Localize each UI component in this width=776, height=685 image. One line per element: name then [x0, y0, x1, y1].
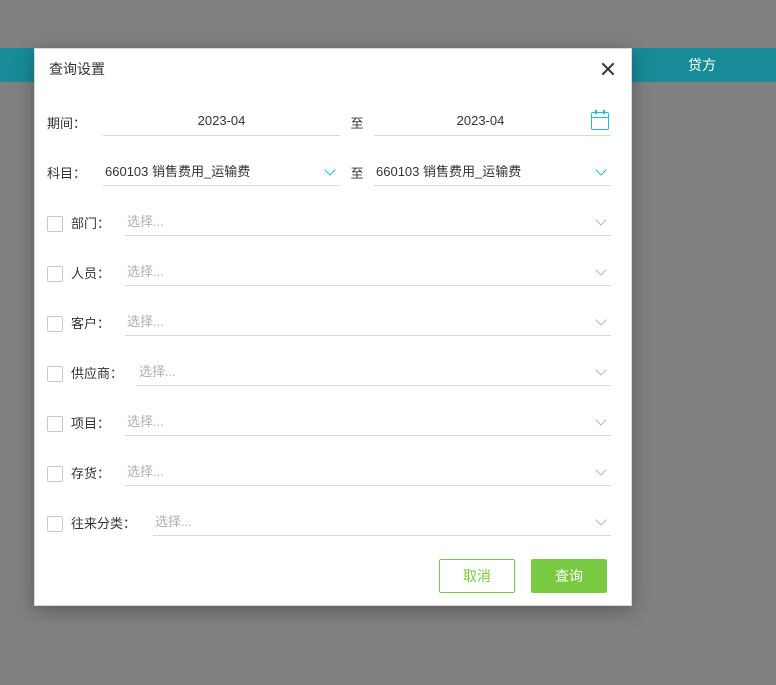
department-select[interactable]: 选择... — [125, 206, 611, 236]
placeholder-text: 选择... — [127, 261, 595, 280]
close-icon[interactable] — [599, 60, 617, 78]
filter-row-project: 项目： 选择... — [47, 394, 611, 442]
chevron-down-icon — [595, 214, 609, 228]
filter-row-supplier: 供应商： 选择... — [47, 344, 611, 392]
period-to-input[interactable]: 2023-04 — [374, 106, 611, 136]
modal-body: 期间： 2023-04 至 2023-04 科目： 660103 销售费用_运输… — [35, 88, 631, 547]
chevron-down-icon — [595, 514, 609, 528]
checkbox-person[interactable] — [47, 266, 63, 282]
contact-category-select[interactable]: 选择... — [153, 506, 611, 536]
placeholder-text: 选择... — [139, 361, 595, 380]
checkbox-department[interactable] — [47, 216, 63, 232]
chevron-down-icon — [595, 164, 609, 178]
placeholder-text: 选择... — [127, 211, 595, 230]
checkbox-project[interactable] — [47, 416, 63, 432]
modal-footer: 取消 查询 — [35, 547, 631, 605]
chevron-down-icon — [595, 314, 609, 328]
submit-button[interactable]: 查询 — [531, 559, 607, 593]
chevron-down-icon — [595, 264, 609, 278]
project-select[interactable]: 选择... — [125, 406, 611, 436]
filter-label: 人员： — [71, 263, 111, 286]
query-settings-modal: 查询设置 期间： 2023-04 至 2023-04 科目： 660103 销售… — [34, 48, 632, 606]
filter-label: 部门： — [71, 213, 111, 236]
chevron-down-icon — [595, 464, 609, 478]
calendar-icon[interactable] — [591, 112, 609, 130]
account-separator: 至 — [340, 163, 374, 186]
period-from-value: 2023-04 — [105, 113, 338, 128]
customer-select[interactable]: 选择... — [125, 306, 611, 336]
checkbox-customer[interactable] — [47, 316, 63, 332]
account-label: 科目： — [47, 163, 103, 186]
period-to-value: 2023-04 — [376, 113, 585, 128]
checkbox-contact-category[interactable] — [47, 516, 63, 532]
account-from-value: 660103 销售费用_运输费 — [105, 161, 324, 180]
cancel-button-label: 取消 — [463, 566, 491, 586]
period-from-input[interactable]: 2023-04 — [103, 106, 340, 136]
filter-row-contact-category: 往来分类： 选择... — [47, 494, 611, 542]
filter-row-customer: 客户： 选择... — [47, 294, 611, 342]
chevron-down-icon — [324, 164, 338, 178]
account-to-value: 660103 销售费用_运输费 — [376, 161, 595, 180]
submit-button-label: 查询 — [555, 566, 583, 586]
placeholder-text: 选择... — [155, 511, 595, 530]
account-from-select[interactable]: 660103 销售费用_运输费 — [103, 156, 340, 186]
account-row: 科目： 660103 销售费用_运输费 至 660103 销售费用_运输费 — [47, 144, 611, 192]
placeholder-text: 选择... — [127, 461, 595, 480]
modal-title: 查询设置 — [49, 59, 105, 79]
cancel-button[interactable]: 取消 — [439, 559, 515, 593]
filter-label: 存货： — [71, 463, 111, 486]
period-row: 期间： 2023-04 至 2023-04 — [47, 94, 611, 142]
period-label: 期间： — [47, 113, 103, 136]
chevron-down-icon — [595, 414, 609, 428]
filter-row-inventory: 存货： 选择... — [47, 444, 611, 492]
chevron-down-icon — [595, 364, 609, 378]
supplier-select[interactable]: 选择... — [137, 356, 611, 386]
filter-row-department: 部门： 选择... — [47, 194, 611, 242]
period-separator: 至 — [340, 113, 374, 136]
checkbox-inventory[interactable] — [47, 466, 63, 482]
inventory-select[interactable]: 选择... — [125, 456, 611, 486]
checkbox-supplier[interactable] — [47, 366, 63, 382]
modal-header: 查询设置 — [35, 49, 631, 88]
placeholder-text: 选择... — [127, 311, 595, 330]
filter-label: 客户： — [71, 313, 111, 336]
filter-label: 往来分类： — [71, 513, 139, 536]
filter-row-person: 人员： 选择... — [47, 244, 611, 292]
person-select[interactable]: 选择... — [125, 256, 611, 286]
filter-label: 项目： — [71, 413, 111, 436]
credit-label: 贷方 — [688, 55, 716, 75]
account-to-select[interactable]: 660103 销售费用_运输费 — [374, 156, 611, 186]
filter-label: 供应商： — [71, 363, 123, 386]
placeholder-text: 选择... — [127, 411, 595, 430]
